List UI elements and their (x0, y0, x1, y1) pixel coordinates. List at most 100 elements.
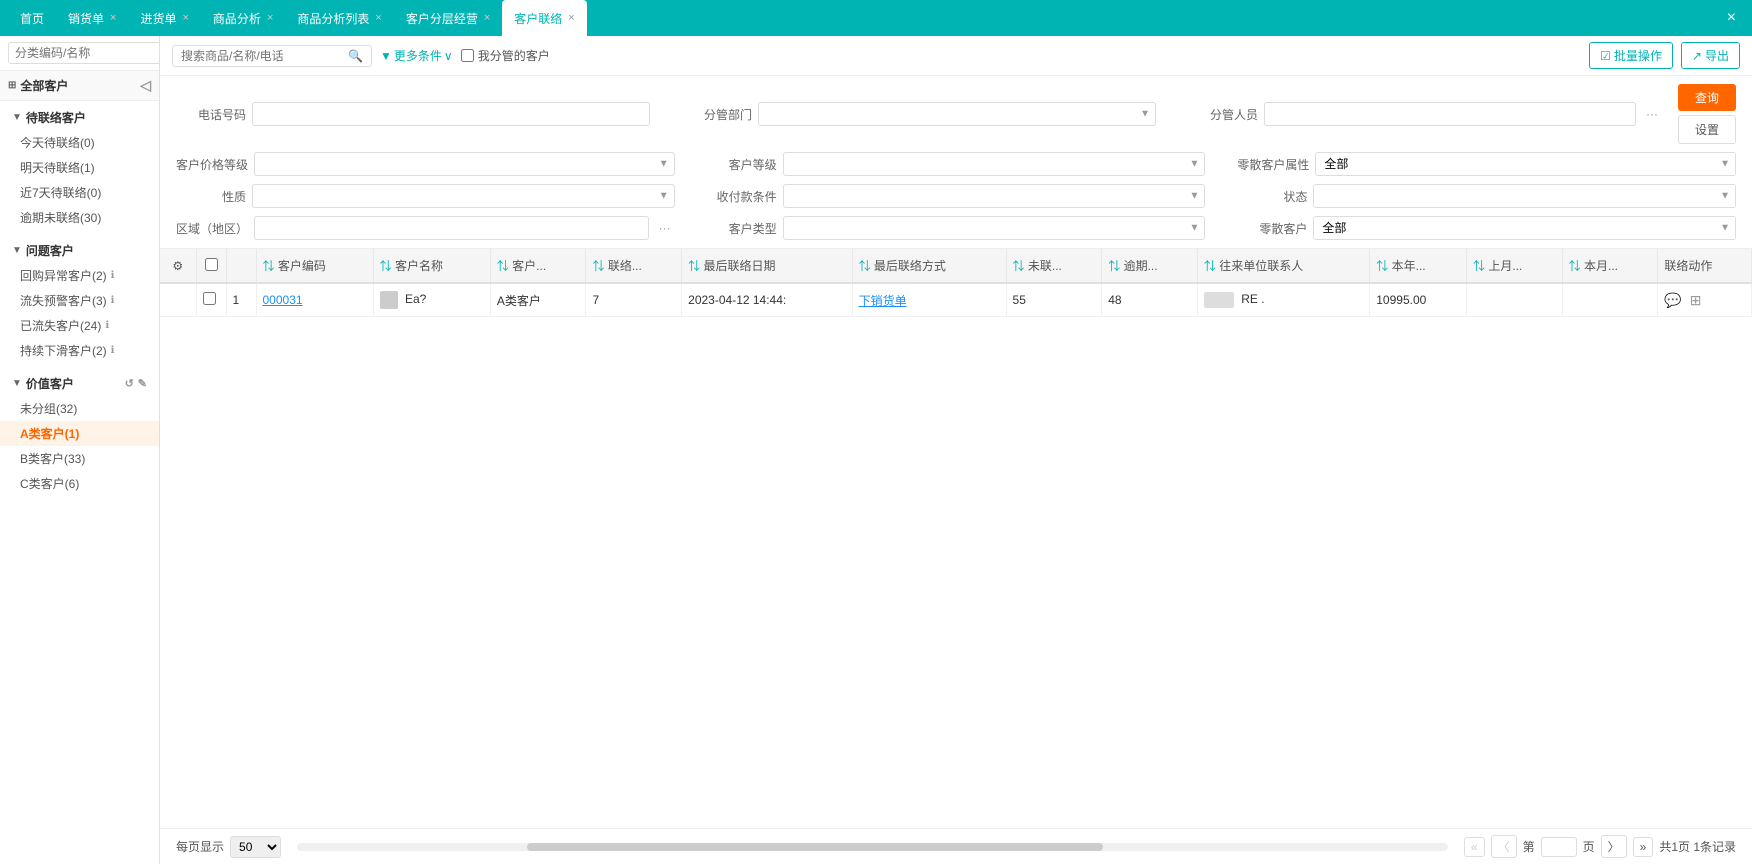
pending-contact-title[interactable]: ▼ 待联络客户 (0, 105, 159, 130)
manager-dots-btn[interactable]: ··· (1642, 107, 1662, 121)
query-btn[interactable]: 查询 (1678, 84, 1736, 111)
filter-price-level: 客户价格等级 ▼ (176, 152, 675, 176)
status-select[interactable] (1313, 184, 1736, 208)
td-last-method[interactable]: 下销货单 (852, 283, 1006, 317)
tab-customer-contact[interactable]: 客户联络 × (502, 0, 586, 36)
tab-product-analysis[interactable]: 商品分析 × (201, 0, 285, 36)
batch-operation-btn[interactable]: ☑ 批量操作 (1589, 42, 1673, 69)
dept-select[interactable] (758, 102, 1156, 126)
tab-product-list[interactable]: 商品分析列表 × (285, 0, 393, 36)
tab-purchase[interactable]: 进货单 × (128, 0, 200, 36)
close-sales-tab[interactable]: × (110, 12, 116, 24)
per-page-select[interactable]: 50 100 (230, 836, 281, 858)
customer-level-select[interactable] (783, 152, 1206, 176)
filter-dept: 分管部门 ▼ (682, 102, 1156, 126)
message-icon[interactable]: 💬 (1664, 292, 1681, 309)
customer-type-select[interactable] (783, 216, 1206, 240)
region-input[interactable] (254, 216, 649, 240)
close-product-list-tab[interactable]: × (375, 12, 381, 24)
row-checkbox[interactable] (203, 292, 216, 305)
tab-customer-segment[interactable]: 客户分层经营 × (394, 0, 502, 36)
sidebar-item-class-b[interactable]: B类客户(33) (0, 446, 159, 471)
collapse-sidebar-btn[interactable]: ◁ (140, 77, 151, 94)
setting-btn[interactable]: 设置 (1678, 115, 1736, 144)
close-customer-contact-tab[interactable]: × (568, 12, 574, 24)
settings-icon[interactable]: ⚙ (172, 259, 183, 273)
sidebar-item-declining[interactable]: 持续下滑客户(2) ℹ (0, 338, 159, 363)
region-dots-btn[interactable]: ··· (655, 221, 675, 235)
td-contacts: 7 (586, 283, 682, 317)
nature-select[interactable] (252, 184, 675, 208)
all-customers-header[interactable]: ⊞ 全部客户 ◁ (0, 71, 159, 101)
col-overdue[interactable]: ⇅ 逾期... (1102, 249, 1198, 283)
sidebar-search-area: 🔍 (0, 36, 159, 71)
scrollbar-thumb[interactable] (527, 843, 1102, 851)
link-icon[interactable]: ⊞ (1690, 292, 1702, 309)
td-check (196, 283, 226, 317)
tab-home[interactable]: 首页 (8, 0, 56, 36)
sidebar-item-churned[interactable]: 已流失客户(24) ℹ (0, 313, 159, 338)
sidebar-item-7days[interactable]: 近7天待联络(0) (0, 180, 159, 205)
col-grade[interactable]: ⇅ 客户... (490, 249, 586, 283)
price-level-select[interactable] (254, 152, 675, 176)
sort-icon: ⇅ (688, 259, 700, 273)
page-number-input[interactable]: 1 (1541, 837, 1577, 857)
last-page-btn[interactable]: » (1633, 837, 1654, 857)
first-page-btn[interactable]: « (1464, 837, 1485, 857)
filter-icon: ▼ (380, 49, 392, 63)
sidebar-item-class-c[interactable]: C类客户(6) (0, 471, 159, 496)
retail-customer-select[interactable]: 全部 (1313, 216, 1736, 240)
col-unit-contact[interactable]: ⇅ 往来单位联系人 (1197, 249, 1369, 283)
phone-input[interactable] (252, 102, 650, 126)
prev-page-btn[interactable]: 〈 (1491, 835, 1517, 858)
export-btn[interactable]: ↗ 导出 (1681, 42, 1740, 69)
col-this-month[interactable]: ⇅ 本月... (1562, 249, 1658, 283)
col-settings[interactable]: ⚙ (160, 249, 196, 283)
col-this-year[interactable]: ⇅ 本年... (1370, 249, 1467, 283)
td-code[interactable]: 000031 (256, 283, 373, 317)
sidebar-item-unclassified[interactable]: 未分组(32) (0, 396, 159, 421)
sidebar-item-overdue[interactable]: 逾期未联络(30) (0, 205, 159, 230)
sort-icon: ⇅ (1569, 259, 1581, 273)
sidebar-item-class-a[interactable]: A类客户(1) (0, 421, 159, 446)
value-group-actions: ↺ ✎ (125, 377, 147, 390)
next-page-btn[interactable]: 〉 (1601, 835, 1627, 858)
refresh-icon[interactable]: ↺ (125, 377, 134, 390)
my-customers-checkbox[interactable]: 我分管的客户 (461, 47, 550, 64)
manager-input[interactable] (1264, 102, 1636, 126)
retail-attr-select[interactable]: 全部 (1315, 152, 1736, 176)
value-customers-title[interactable]: ▼ 价值客户 ↺ ✎ (0, 371, 159, 396)
sidebar-search-input[interactable] (8, 42, 160, 64)
col-last-month[interactable]: ⇅ 上月... (1466, 249, 1562, 283)
problem-customers-title[interactable]: ▼ 问题客户 (0, 238, 159, 263)
td-this-month (1562, 283, 1658, 317)
sidebar-item-tomorrow[interactable]: 明天待联络(1) (0, 155, 159, 180)
search-input[interactable] (181, 49, 344, 63)
horizontal-scrollbar[interactable] (297, 843, 1448, 851)
col-contacts[interactable]: ⇅ 联络... (586, 249, 682, 283)
more-conditions-btn[interactable]: ▼ 更多条件 ∨ (380, 47, 453, 64)
td-action: 💬 ⊞ (1658, 283, 1752, 317)
payment-select[interactable] (783, 184, 1206, 208)
close-purchase-tab[interactable]: × (182, 12, 188, 24)
col-last-method[interactable]: ⇅ 最后联络方式 (852, 249, 1006, 283)
sidebar-item-churn-warning[interactable]: 流失预警客户(3) ℹ (0, 288, 159, 313)
tab-sales[interactable]: 销货单 × (56, 0, 128, 36)
arrow-icon: ▼ (12, 245, 22, 256)
sidebar-item-today[interactable]: 今天待联络(0) (0, 130, 159, 155)
close-all-tabs[interactable]: × (1719, 9, 1744, 27)
customer-level-wrap: ▼ (783, 152, 1206, 176)
col-no-contact[interactable]: ⇅ 未联... (1006, 249, 1102, 283)
page-label: 第 (1523, 838, 1535, 855)
my-customers-check[interactable] (461, 49, 474, 62)
col-code[interactable]: ⇅ 客户编码 (256, 249, 373, 283)
retail-attr-wrap: 全部 ▼ (1315, 152, 1736, 176)
edit-icon[interactable]: ✎ (138, 377, 147, 390)
search-icon[interactable]: 🔍 (348, 49, 363, 63)
select-all-checkbox[interactable] (205, 258, 218, 271)
close-customer-segment-tab[interactable]: × (484, 12, 490, 24)
col-name[interactable]: ⇅ 客户名称 (373, 249, 490, 283)
close-product-analysis-tab[interactable]: × (267, 12, 273, 24)
sidebar-item-repurchase-abnormal[interactable]: 回购异常客户(2) ℹ (0, 263, 159, 288)
col-last-date[interactable]: ⇅ 最后联络日期 (682, 249, 852, 283)
